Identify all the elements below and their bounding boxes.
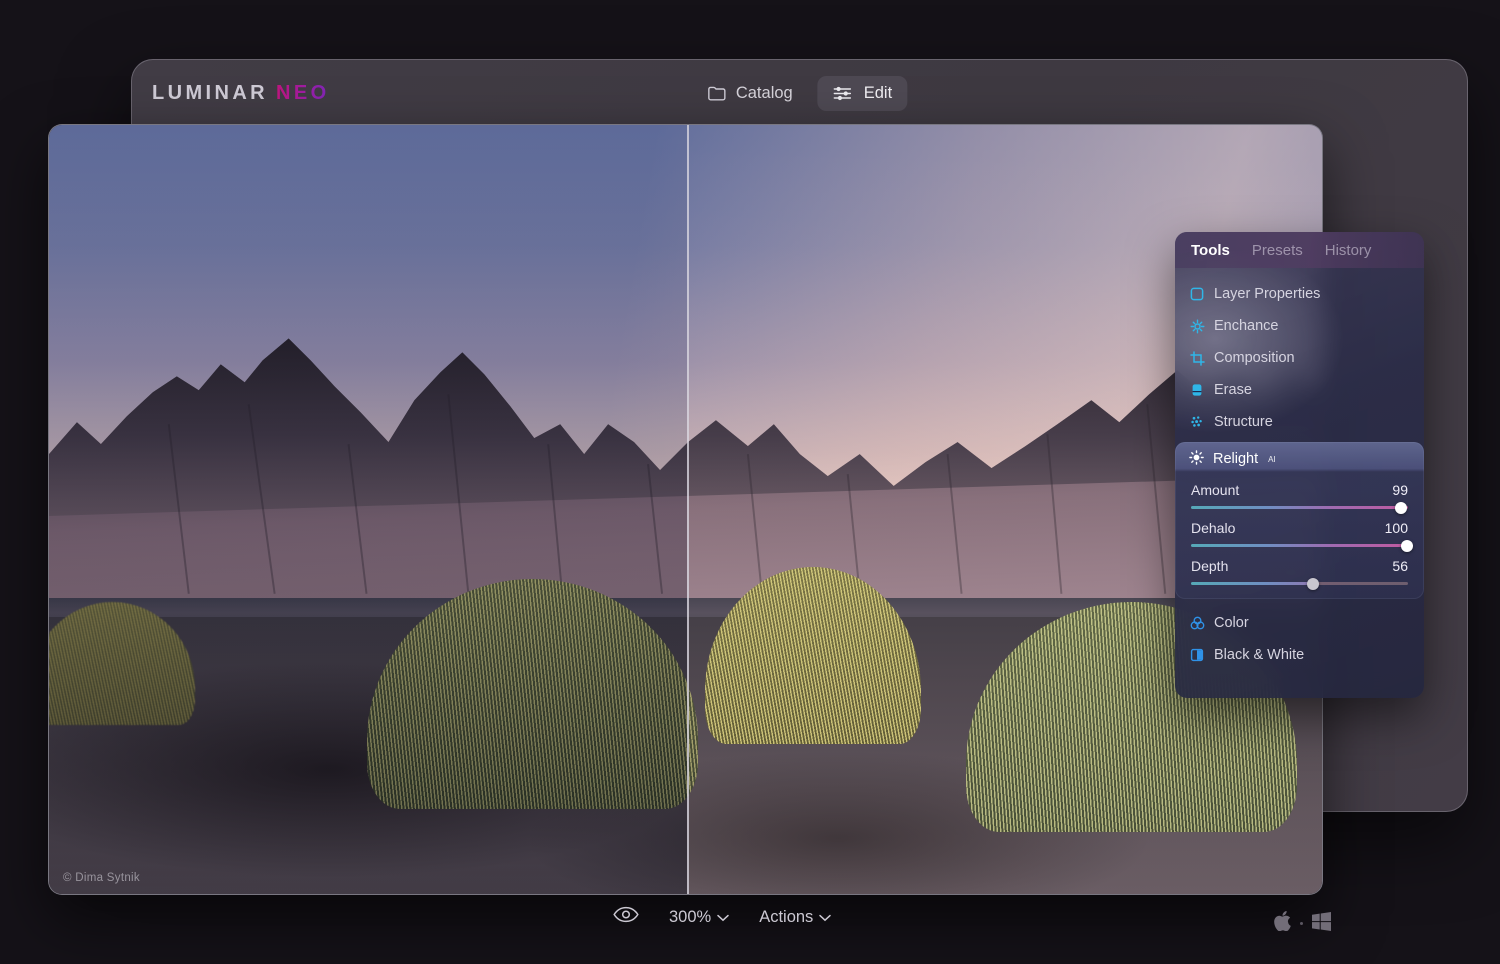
tab-tools[interactable]: Tools bbox=[1191, 242, 1230, 259]
nav-edit-button[interactable]: Edit bbox=[818, 76, 907, 111]
bottom-toolbar: 300% Actions bbox=[0, 894, 1500, 954]
tool-item-enchance[interactable]: Enchance bbox=[1175, 310, 1424, 342]
slider-track[interactable] bbox=[1191, 582, 1408, 585]
nav-edit-label: Edit bbox=[864, 84, 892, 103]
half-square-icon bbox=[1189, 647, 1205, 663]
tool-item-structure[interactable]: Structure bbox=[1175, 406, 1424, 438]
zoom-level-dropdown[interactable]: 300% bbox=[669, 908, 729, 927]
slider-depth: Depth 56 bbox=[1191, 558, 1408, 585]
slider-track[interactable] bbox=[1191, 506, 1408, 509]
tool-label: Color bbox=[1214, 615, 1249, 631]
nav-catalog-button[interactable]: Catalog bbox=[692, 76, 808, 111]
tool-label: Black & White bbox=[1214, 647, 1304, 663]
tools-panel: Tools Presets History Layer Properties bbox=[1175, 232, 1424, 698]
tool-item-color[interactable]: Color bbox=[1175, 607, 1424, 639]
slider-dehalo: Dehalo 100 bbox=[1191, 520, 1408, 547]
tab-presets[interactable]: Presets bbox=[1252, 242, 1303, 259]
slider-label: Dehalo bbox=[1191, 520, 1235, 536]
eraser-icon bbox=[1189, 382, 1205, 398]
relight-sliders: Amount 99 Dehalo 100 bbox=[1175, 476, 1424, 599]
tool-list: Layer Properties Enchance bbox=[1175, 268, 1424, 677]
logo-neo: NEO bbox=[276, 82, 330, 104]
slider-track[interactable] bbox=[1191, 544, 1408, 547]
sparkle-icon bbox=[1189, 318, 1205, 334]
crop-icon bbox=[1189, 350, 1205, 366]
slider-label: Depth bbox=[1191, 558, 1228, 574]
relight-ai-badge: AI bbox=[1268, 455, 1276, 464]
windows-icon bbox=[1312, 912, 1331, 936]
logo-luminar: LUMINAR bbox=[152, 82, 268, 104]
slider-amount: Amount 99 bbox=[1191, 482, 1408, 509]
color-circles-icon bbox=[1189, 615, 1205, 631]
zoom-level-label: 300% bbox=[669, 908, 711, 927]
relight-title: Relight bbox=[1213, 451, 1258, 467]
tool-item-black-and-white[interactable]: Black & White bbox=[1175, 639, 1424, 671]
tab-history[interactable]: History bbox=[1325, 242, 1372, 259]
folder-icon bbox=[707, 85, 726, 102]
tool-label: Enchance bbox=[1214, 318, 1279, 334]
sun-icon bbox=[1189, 450, 1204, 469]
app-logo: LUMINAR NEO bbox=[152, 82, 330, 105]
main-nav: Catalog bbox=[692, 76, 907, 111]
layer-square-icon bbox=[1189, 286, 1205, 302]
tool-item-layer-properties[interactable]: Layer Properties bbox=[1175, 278, 1424, 310]
bottom-center-controls: 300% Actions bbox=[613, 906, 831, 928]
chevron-down-icon bbox=[819, 908, 831, 927]
chevron-down-icon bbox=[717, 908, 729, 927]
actions-label: Actions bbox=[759, 908, 813, 927]
relight-header[interactable]: Relight AI bbox=[1175, 442, 1424, 476]
tool-label: Structure bbox=[1214, 414, 1273, 430]
relight-tool-card: RelightAI Amount 99 Deha bbox=[1175, 442, 1424, 599]
tool-item-erase[interactable]: Erase bbox=[1175, 374, 1424, 406]
slider-value: 100 bbox=[1385, 520, 1408, 536]
landscape-photo: © Dima Sytnik bbox=[49, 125, 1322, 894]
nav-catalog-label: Catalog bbox=[736, 84, 793, 103]
slider-label: Amount bbox=[1191, 482, 1239, 498]
sliders-icon bbox=[833, 85, 854, 102]
slider-knob[interactable] bbox=[1307, 578, 1319, 590]
slider-value: 56 bbox=[1392, 558, 1408, 574]
tool-label: Composition bbox=[1214, 350, 1295, 366]
separator-dot bbox=[1300, 922, 1303, 925]
photo-credit: © Dima Sytnik bbox=[63, 872, 140, 884]
tool-label: Erase bbox=[1214, 382, 1252, 398]
apple-icon bbox=[1274, 911, 1291, 936]
app-root: LUMINAR NEO Catalog bbox=[0, 0, 1500, 964]
slider-knob[interactable] bbox=[1401, 540, 1413, 552]
before-after-split-handle[interactable] bbox=[687, 125, 689, 894]
actions-dropdown[interactable]: Actions bbox=[759, 908, 831, 927]
slider-value: 99 bbox=[1392, 482, 1408, 498]
eye-icon bbox=[613, 906, 639, 928]
titlebar: LUMINAR NEO Catalog bbox=[132, 60, 1467, 130]
photo-canvas[interactable]: © Dima Sytnik bbox=[48, 124, 1323, 895]
tool-label: Layer Properties bbox=[1214, 286, 1320, 302]
preview-toggle-button[interactable] bbox=[613, 906, 639, 928]
dots-grid-icon bbox=[1189, 414, 1205, 430]
panel-tabs: Tools Presets History bbox=[1175, 232, 1424, 268]
platform-badges bbox=[1274, 911, 1331, 936]
tool-item-composition[interactable]: Composition bbox=[1175, 342, 1424, 374]
slider-knob[interactable] bbox=[1395, 502, 1407, 514]
